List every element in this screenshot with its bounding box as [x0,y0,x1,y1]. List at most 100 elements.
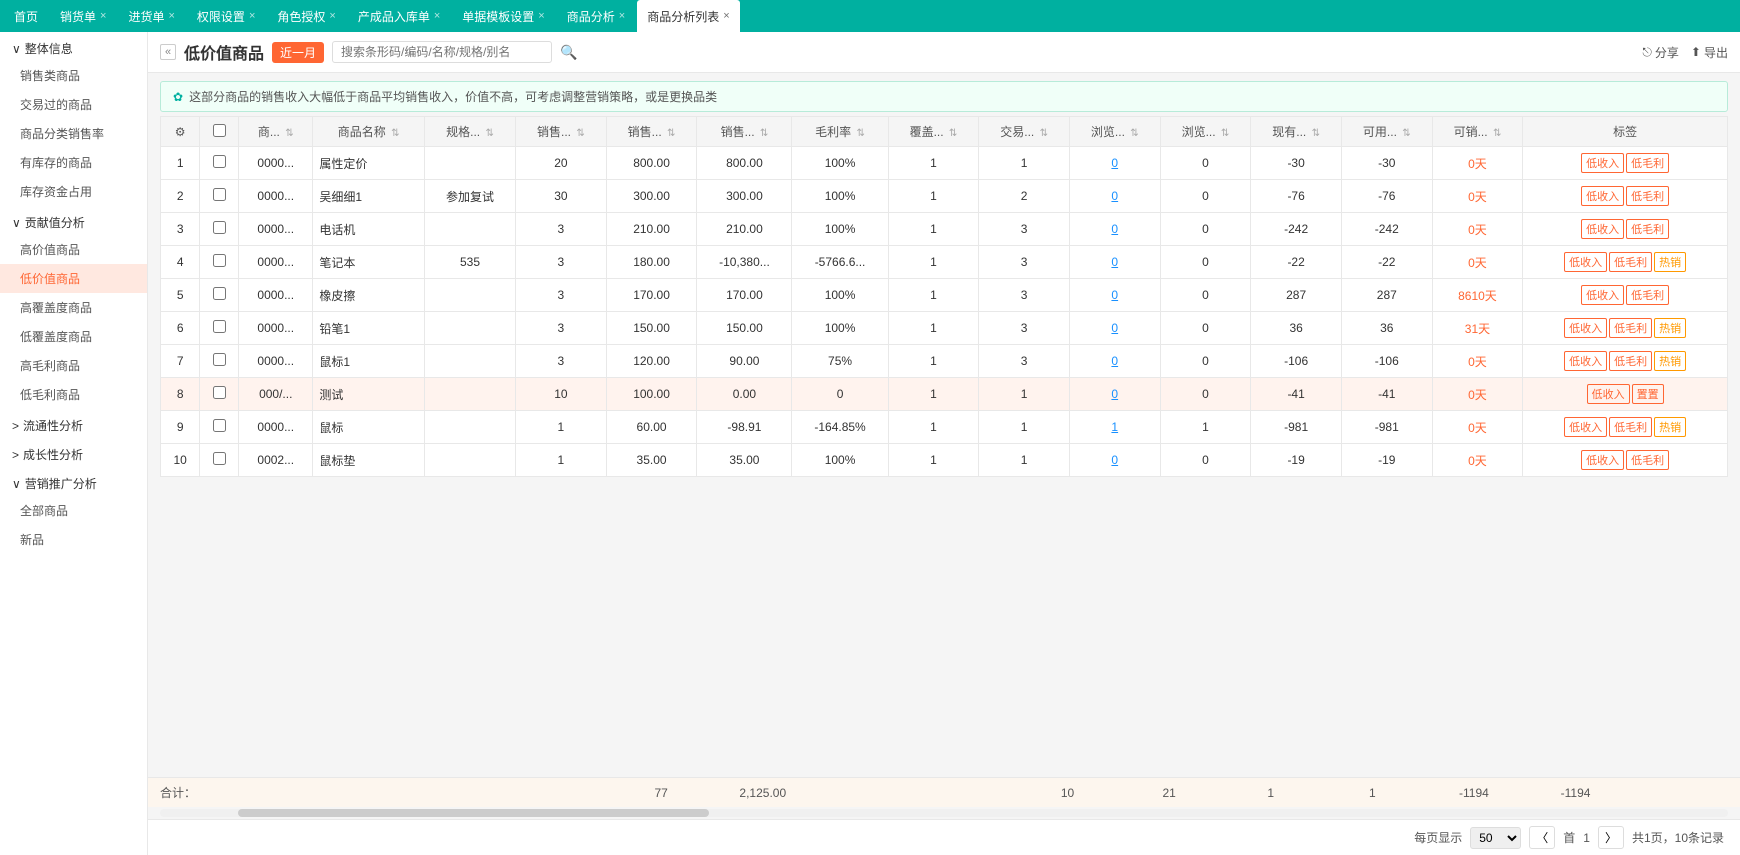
row-checkbox[interactable] [213,221,226,234]
col-saleable[interactable]: 可销... ⇅ [1432,117,1523,147]
row-checkbox[interactable] [213,155,226,168]
sidebar-item-all-goods[interactable]: 全部商品 [0,496,147,525]
col-spec[interactable]: 规格... ⇅ [424,117,515,147]
browse1-link[interactable]: 0 [1111,189,1118,203]
row-checkbox[interactable] [213,386,226,399]
col-name[interactable]: 商品名称 ⇅ [313,117,425,147]
cell-browse1[interactable]: 0 [1069,345,1160,378]
sidebar-item-traded-goods[interactable]: 交易过的商品 [0,90,147,119]
col-gross-rate[interactable]: 毛利率 ⇅ [792,117,888,147]
sidebar-group-marketing[interactable]: ∨ 营销推广分析 [0,467,147,496]
nav-role[interactable]: 角色授权 × [267,0,345,32]
cell-checkbox[interactable] [200,180,239,213]
per-page-select[interactable]: 50 100 [1470,827,1521,849]
sidebar-item-low-profit[interactable]: 低毛利商品 [0,380,147,409]
cell-browse1[interactable]: 0 [1069,378,1160,411]
sidebar-group-overall[interactable]: ∨ 整体信息 [0,32,147,61]
cell-checkbox[interactable] [200,312,239,345]
cell-browse1[interactable]: 1 [1069,411,1160,444]
browse1-link[interactable]: 0 [1111,255,1118,269]
cell-checkbox[interactable] [200,213,239,246]
search-button[interactable]: 🔍 [560,44,577,61]
sidebar-item-category-rate[interactable]: 商品分类销售率 [0,119,147,148]
cell-browse1[interactable]: 0 [1069,312,1160,345]
sidebar-item-low-coverage[interactable]: 低覆盖度商品 [0,322,147,351]
col-sales-amt[interactable]: 销售... ⇅ [606,117,697,147]
browse1-link[interactable]: 0 [1111,321,1118,335]
cell-browse1[interactable]: 0 [1069,246,1160,279]
cell-browse1[interactable]: 0 [1069,279,1160,312]
col-browse1[interactable]: 浏览... ⇅ [1069,117,1160,147]
nav-product-analysis[interactable]: 商品分析 × [557,0,635,32]
sidebar-item-high-value[interactable]: 高价值商品 [0,235,147,264]
horizontal-scrollbar[interactable] [160,809,1728,817]
nav-template[interactable]: 单据模板设置 × [452,0,554,32]
cell-browse1[interactable]: 0 [1069,444,1160,477]
browse1-link[interactable]: 0 [1111,387,1118,401]
scroll-thumb[interactable] [238,809,708,817]
sidebar-item-high-coverage[interactable]: 高覆盖度商品 [0,293,147,322]
nav-permission[interactable]: 权限设置 × [187,0,265,32]
row-checkbox[interactable] [213,353,226,366]
sidebar-group-growth[interactable]: > 成长性分析 [0,438,147,467]
nav-home[interactable]: 首页 [4,0,48,32]
cell-browse1[interactable]: 0 [1069,180,1160,213]
col-checkbox[interactable] [200,117,239,147]
sidebar-item-inventory-fund[interactable]: 库存资金占用 [0,177,147,206]
period-button[interactable]: 近一月 [272,42,324,63]
cell-checkbox[interactable] [200,246,239,279]
nav-product-in[interactable]: 产成品入库单 × [348,0,450,32]
col-browse2[interactable]: 浏览... ⇅ [1160,117,1251,147]
sidebar-item-sales-goods[interactable]: 销售类商品 [0,61,147,90]
cell-checkbox[interactable] [200,345,239,378]
sidebar-collapse-btn[interactable]: « [160,44,176,60]
footer-spacer6 [915,786,1017,800]
cell-browse1[interactable]: 0 [1069,147,1160,180]
sidebar-item-inventory-goods[interactable]: 有库存的商品 [0,148,147,177]
col-current[interactable]: 现有... ⇅ [1251,117,1342,147]
nav-purchase[interactable]: 进货单 × [118,0,184,32]
col-settings[interactable]: ⚙ [161,117,200,147]
col-cover[interactable]: 覆盖... ⇅ [888,117,979,147]
sidebar-item-low-value[interactable]: 低价值商品 [0,264,147,293]
col-sales-qty[interactable]: 销售... ⇅ [516,117,607,147]
cell-checkbox[interactable] [200,279,239,312]
browse1-link[interactable]: 0 [1111,156,1118,170]
browse1-link[interactable]: 0 [1111,222,1118,236]
browse1-link[interactable]: 0 [1111,288,1118,302]
browse1-link[interactable]: 1 [1111,420,1118,434]
sidebar-group-contribution[interactable]: ∨ 贡献值分析 [0,206,147,235]
cell-code: 0000... [239,411,313,444]
cell-code: 0000... [239,279,313,312]
cell-trade: 2 [979,180,1070,213]
row-checkbox[interactable] [213,452,226,465]
col-available[interactable]: 可用... ⇅ [1341,117,1432,147]
col-sales-profit[interactable]: 销售... ⇅ [697,117,792,147]
row-checkbox[interactable] [213,287,226,300]
row-checkbox[interactable] [213,254,226,267]
sidebar-item-new-goods[interactable]: 新品 [0,525,147,554]
browse1-link[interactable]: 0 [1111,453,1118,467]
export-action[interactable]: ⬆ 导出 [1691,44,1728,61]
cell-checkbox[interactable] [200,411,239,444]
next-page-btn[interactable]: 〉 [1598,826,1624,849]
sidebar-item-high-profit[interactable]: 高毛利商品 [0,351,147,380]
cell-trade: 1 [979,411,1070,444]
nav-product-analysis-list[interactable]: 商品分析列表 × [637,0,739,32]
row-checkbox[interactable] [213,320,226,333]
cell-checkbox[interactable] [200,444,239,477]
sidebar-group-flow[interactable]: > 流通性分析 [0,409,147,438]
browse1-link[interactable]: 0 [1111,354,1118,368]
prev-page-btn[interactable]: 〈 [1529,826,1555,849]
row-checkbox[interactable] [213,188,226,201]
cell-checkbox[interactable] [200,378,239,411]
cell-browse1[interactable]: 0 [1069,213,1160,246]
nav-sales[interactable]: 销货单 × [50,0,116,32]
cell-checkbox[interactable] [200,147,239,180]
col-trade[interactable]: 交易... ⇅ [979,117,1070,147]
share-action[interactable]: ⎋ 分享 [1642,44,1679,61]
select-all-checkbox[interactable] [213,124,226,137]
row-checkbox[interactable] [213,419,226,432]
search-input[interactable] [332,41,552,63]
col-code[interactable]: 商... ⇅ [239,117,313,147]
